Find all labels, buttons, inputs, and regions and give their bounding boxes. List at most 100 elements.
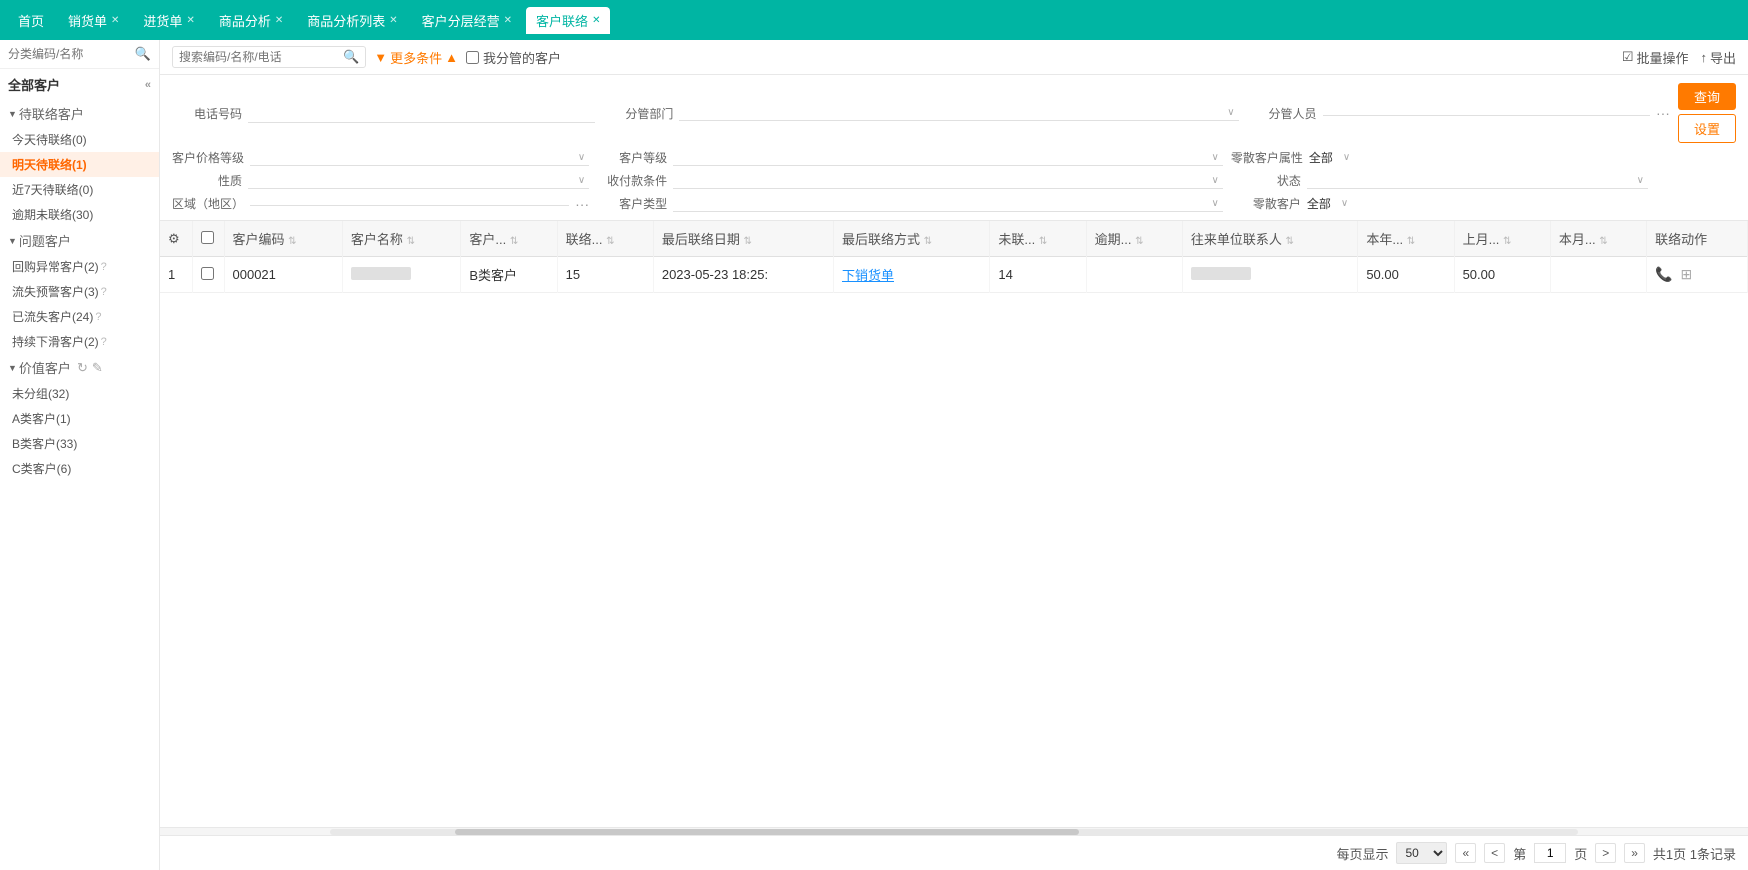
batch-btn[interactable]: ☑ 批量操作: [1622, 48, 1689, 67]
close-icon[interactable]: ✕: [592, 15, 600, 26]
sidebar-item-warning[interactable]: 流失预警客户(3) ?: [0, 279, 159, 304]
sidebar-item-abnormal[interactable]: 回购异常客户(2) ?: [0, 254, 159, 279]
sidebar-item-tomorrow[interactable]: 明天待联络(1): [0, 152, 159, 177]
action-grid-icon[interactable]: ⊞: [1681, 266, 1693, 283]
scrollbar-thumb[interactable]: [455, 829, 1079, 835]
toolbar: 🔍 ▼ 更多条件 ▲ 我分管的客户 ☑ 批量操作 ↑ 导出: [160, 40, 1748, 75]
query-btn[interactable]: 查询: [1678, 83, 1736, 110]
filter-row-3: 性质 ∨ 收付款条件 ∨ 状态: [172, 172, 1736, 189]
scrollbar-track: [330, 829, 1578, 835]
sidebar-item-lost[interactable]: 已流失客户(24) ?: [0, 304, 159, 329]
nav-home[interactable]: 首页: [8, 7, 54, 34]
select-all-checkbox[interactable]: [201, 231, 214, 244]
page-number-input[interactable]: [1534, 843, 1566, 863]
blurred-unit-contact: [1191, 267, 1251, 280]
filter-cust-type-select[interactable]: ∨: [673, 196, 1223, 212]
my-customers-checkbox[interactable]: [466, 51, 479, 64]
th-no-contact: 未联... ⇅: [990, 221, 1086, 257]
sidebar-search-input[interactable]: [8, 47, 131, 61]
th-last-date: 最后联络日期 ⇅: [653, 221, 833, 257]
refresh-icon[interactable]: ↻: [77, 360, 88, 376]
toolbar-right: ☑ 批量操作 ↑ 导出: [1622, 48, 1736, 67]
filter-row-2: 客户价格等级 ∨ 客户等级 ∨ 零散客户属性 全部: [172, 149, 1736, 166]
horizontal-scrollbar[interactable]: [160, 827, 1748, 835]
nav-tab-customer-layer[interactable]: 客户分层经营 ✕: [412, 7, 522, 34]
row-last-date: 2023-05-23 18:25:: [653, 257, 833, 293]
filter-region-field: [250, 201, 569, 206]
filter-manager-dots[interactable]: ···: [1656, 105, 1670, 121]
sort-icon: ⇅: [1135, 236, 1143, 247]
filter-dept-select[interactable]: ∨: [679, 105, 1238, 121]
filter-scatter-attr-select[interactable]: ∨: [1339, 150, 1648, 165]
export-btn[interactable]: ↑ 导出: [1700, 48, 1736, 67]
collapse-icon: «: [145, 79, 151, 91]
close-icon[interactable]: ✕: [504, 15, 512, 26]
row-no: 1: [160, 257, 192, 293]
sort-icon: ⇅: [1039, 236, 1047, 247]
filter-cust-level-select[interactable]: ∨: [673, 150, 1223, 166]
sort-icon: ⇅: [407, 236, 415, 247]
action-call-icon[interactable]: 📞: [1655, 266, 1672, 283]
nav-tab-analysis-list[interactable]: 商品分析列表 ✕: [297, 7, 407, 34]
filter-manager: 分管人员 ···: [1247, 105, 1670, 122]
filter-price-select[interactable]: ∨: [250, 150, 589, 166]
top-nav: 首页 销货单 ✕ 进货单 ✕ 商品分析 ✕ 商品分析列表 ✕ 客户分层经营 ✕ …: [0, 0, 1748, 40]
filter-scatter: 零散客户 全部 ∨: [1231, 195, 1648, 212]
sidebar-item-class-c[interactable]: C类客户(6): [0, 456, 159, 481]
nav-tab-customer-contact[interactable]: 客户联络 ✕: [526, 7, 610, 34]
prev-page-btn[interactable]: <: [1484, 843, 1505, 863]
next-page-btn[interactable]: >: [1595, 843, 1616, 863]
home-label: 首页: [18, 11, 44, 30]
close-icon[interactable]: ✕: [111, 15, 119, 26]
sidebar-item-declining[interactable]: 持续下滑客户(2) ?: [0, 329, 159, 354]
tab-label: 商品分析列表: [307, 11, 385, 30]
sidebar-item-overdue[interactable]: 逾期未联络(30): [0, 202, 159, 227]
close-icon[interactable]: ✕: [275, 15, 283, 26]
filter-payment-select[interactable]: ∨: [673, 173, 1223, 189]
th-this-month: 本月... ⇅: [1550, 221, 1646, 257]
sidebar-item-class-b[interactable]: B类客户(33): [0, 431, 159, 456]
th-unit-contact: 往来单位联系人 ⇅: [1182, 221, 1357, 257]
sidebar-item-ungroup[interactable]: 未分组(32): [0, 381, 159, 406]
reset-btn[interactable]: 设置: [1678, 114, 1736, 143]
tab-label: 商品分析: [219, 11, 271, 30]
row-select-checkbox[interactable]: [201, 267, 214, 280]
filter-manager-field: [1323, 111, 1650, 116]
first-page-btn[interactable]: «: [1455, 843, 1476, 863]
sidebar-search-icon[interactable]: 🔍: [135, 46, 151, 62]
th-this-year: 本年... ⇅: [1358, 221, 1454, 257]
main-search-icon[interactable]: 🔍: [343, 49, 359, 65]
edit-icon[interactable]: ✎: [92, 360, 103, 376]
settings-icon[interactable]: ⚙: [168, 231, 180, 246]
close-icon[interactable]: ✕: [186, 15, 194, 26]
triangle-icon: ▼: [8, 363, 17, 373]
sidebar-item-7days[interactable]: 近7天待联络(0): [0, 177, 159, 202]
page-size-label: 每页显示: [1336, 844, 1388, 863]
search-box: 🔍: [172, 46, 366, 68]
last-page-btn[interactable]: »: [1624, 843, 1645, 863]
customer-table: ⚙ 客户编码 ⇅ 客户名称 ⇅: [160, 221, 1748, 293]
close-icon[interactable]: ✕: [389, 15, 397, 26]
contact-method-link[interactable]: 下销货单: [842, 268, 894, 283]
all-customers-header[interactable]: 全部客户 «: [0, 69, 159, 100]
main-search-input[interactable]: [179, 50, 339, 64]
blurred-name: [351, 267, 411, 280]
page-size-select[interactable]: 50 100 200: [1396, 842, 1447, 864]
filter-region-label: 区域（地区）: [172, 195, 244, 212]
filter-nature-select[interactable]: ∨: [248, 173, 589, 189]
nav-tab-sales[interactable]: 销货单 ✕: [58, 7, 129, 34]
nav-tab-analysis[interactable]: 商品分析 ✕: [209, 7, 293, 34]
filter-region-dots[interactable]: ···: [575, 196, 589, 212]
filter-price-label: 客户价格等级: [172, 149, 244, 166]
filter-phone-input[interactable]: [248, 104, 595, 123]
row-this-year: 50.00: [1358, 257, 1454, 293]
filter-scatter-select[interactable]: ∨: [1337, 196, 1648, 211]
more-filter-btn[interactable]: ▼ 更多条件 ▲: [374, 48, 458, 67]
filter-status-select[interactable]: ∨: [1307, 173, 1648, 189]
nav-tab-purchase[interactable]: 进货单 ✕: [133, 7, 204, 34]
filter-dept: 分管部门 ∨: [603, 105, 1238, 122]
sidebar-item-today[interactable]: 今天待联络(0): [0, 127, 159, 152]
action-btns: 查询 设置: [1678, 83, 1736, 143]
sidebar-item-class-a[interactable]: A类客户(1): [0, 406, 159, 431]
row-action: 📞 ⊞: [1647, 257, 1748, 293]
